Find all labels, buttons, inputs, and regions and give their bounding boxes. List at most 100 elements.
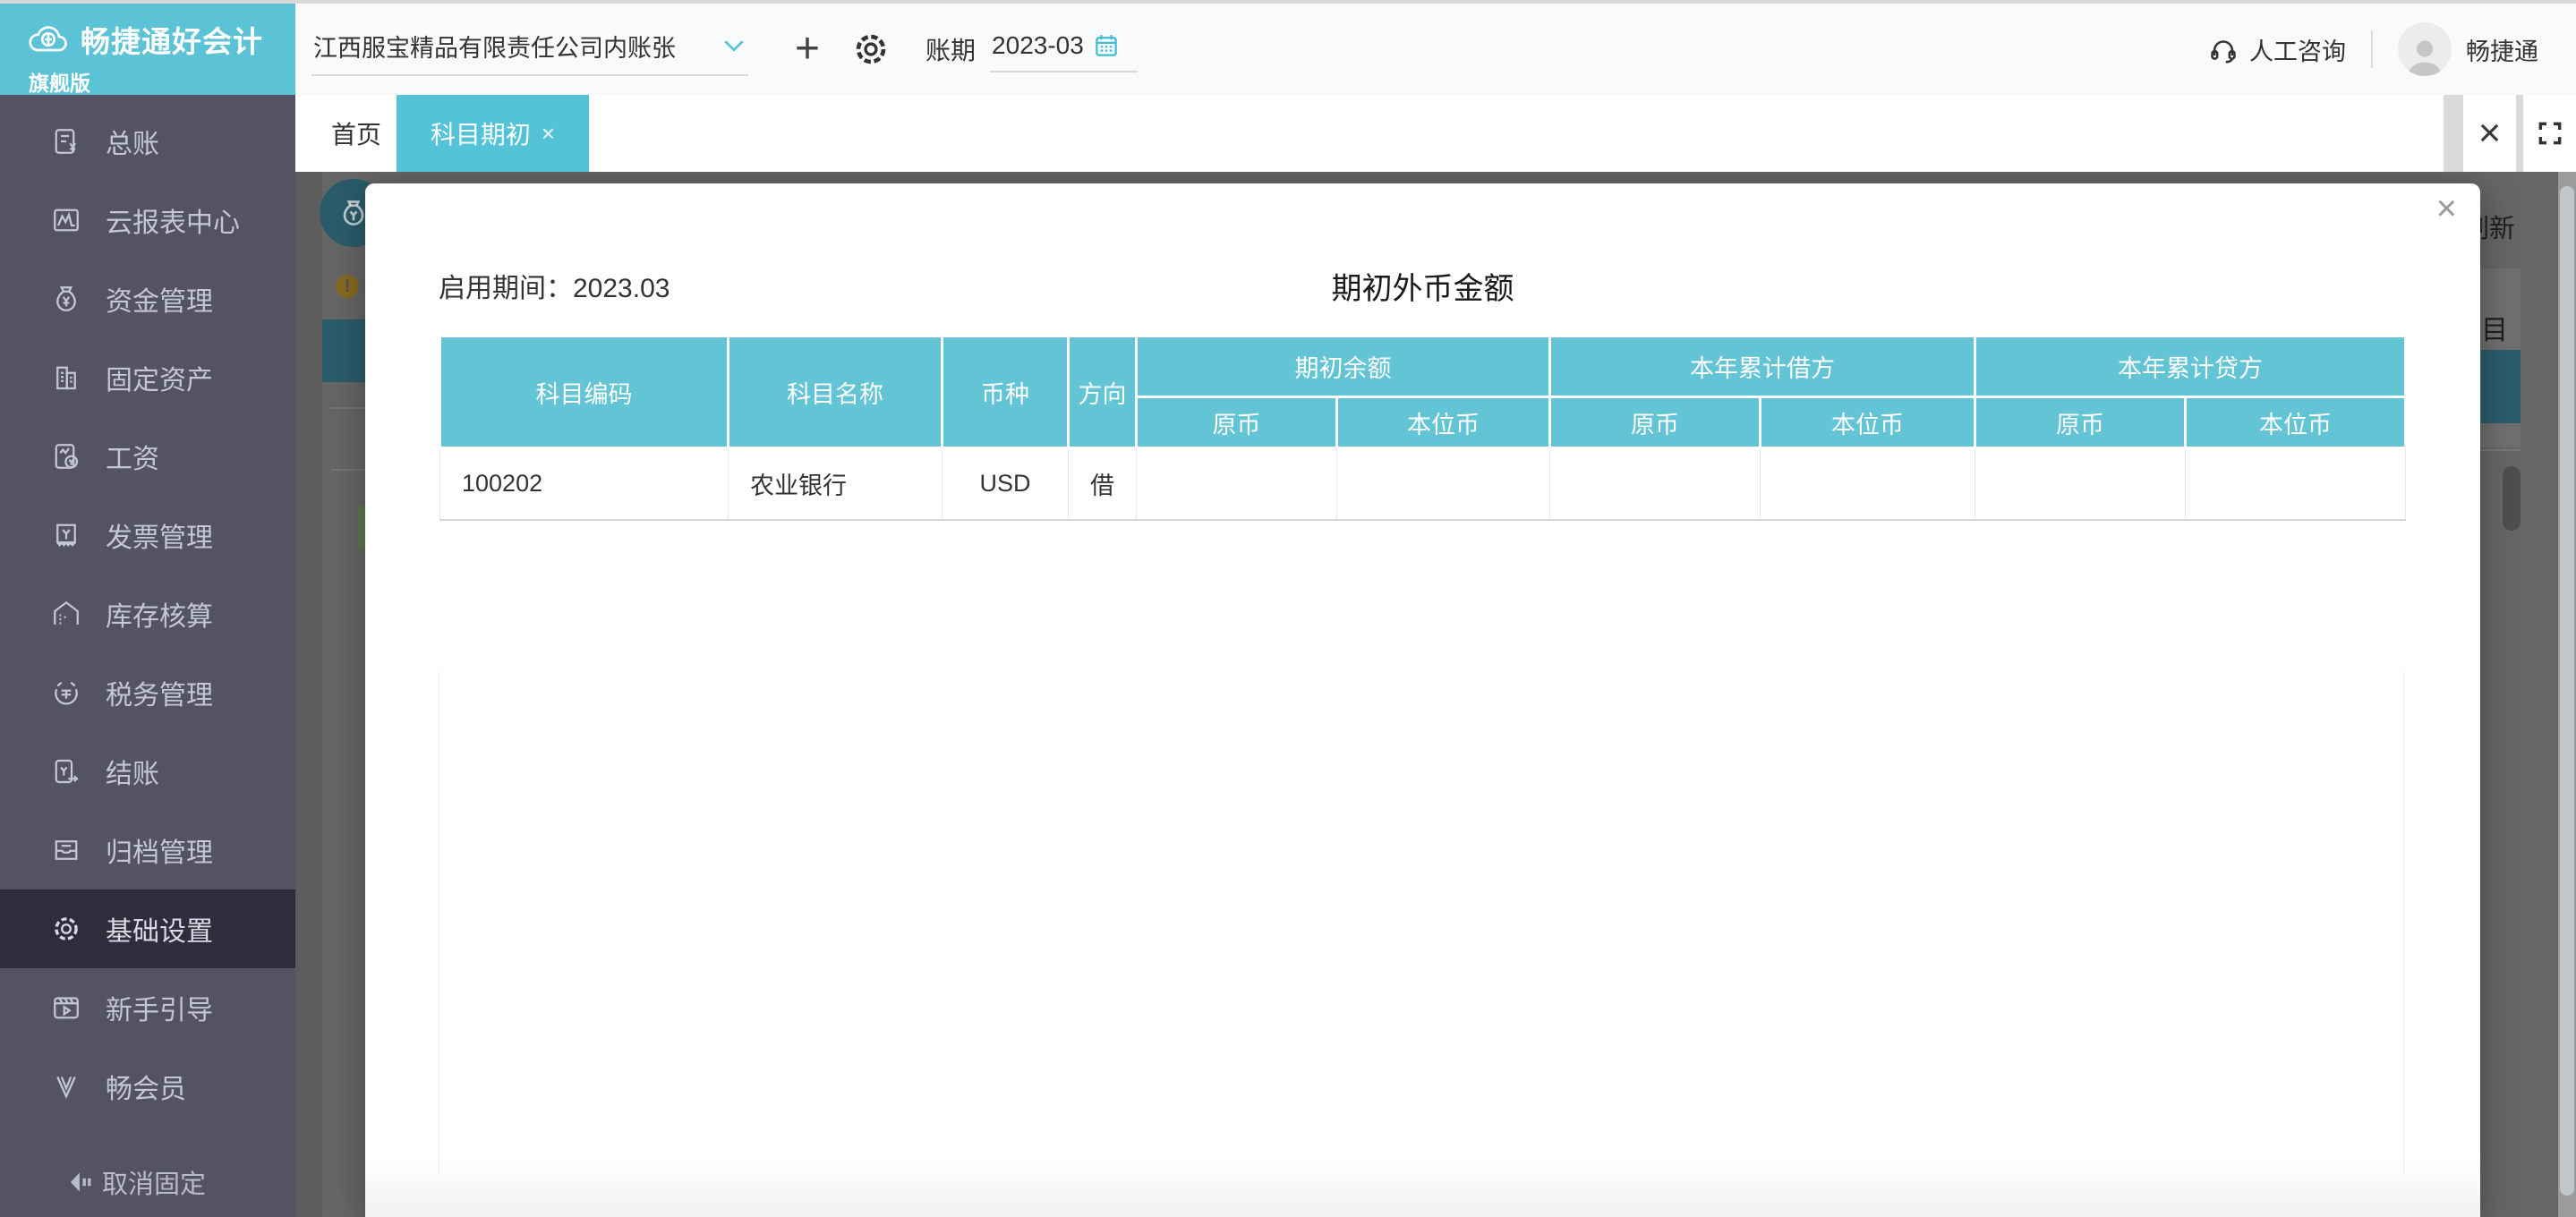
sidebar-item-closing[interactable]: 结账 [0,732,295,811]
dimmed-line [2481,449,2521,451]
fixed-assets-icon [50,362,82,394]
sidebar-item-payroll[interactable]: 工资 [0,417,295,496]
group-header-ytd-credit: 本年累计贷方 [1974,335,2407,398]
warning-icon: ! [336,275,359,298]
unpin-sidebar-button[interactable]: 取消固定 [66,1163,206,1201]
col-header-account-name: 科目名称 [727,335,943,449]
headset-icon [2208,34,2239,64]
sidebar-item-archive[interactable]: 归档管理 [0,811,295,889]
avatar[interactable] [2398,22,2452,76]
dimmed-line [331,407,365,409]
tab-account-opening[interactable]: 科目期初 × [397,95,589,172]
member-icon [50,1070,82,1102]
fullscreen-icon [2536,119,2564,148]
fullscreen-button[interactable] [2523,95,2576,172]
app-title: 畅捷通好会计 [81,25,263,58]
edition-label: 旗舰版 [29,72,90,95]
cell-opening-base[interactable] [1336,447,1550,521]
scrollbar-thumb[interactable] [2560,186,2574,1196]
support-label: 人工咨询 [2249,38,2346,65]
ledger-icon [50,125,82,157]
calendar-icon [1093,32,1120,59]
dimmed-green-block [358,506,365,550]
dimmed-teal-button [2481,350,2521,423]
dimmed-background: ! 刷新 科目 × 启用期间：2023.03 期初外币金额 科目编码 科目名称 … [295,172,2576,1217]
cell-credit-base[interactable] [2185,447,2406,521]
gear-icon[interactable] [852,30,890,68]
closing-icon [50,755,82,787]
sub-header-base-currency: 本位币 [1335,396,1551,449]
sidebar-item-tax[interactable]: 税务管理 [0,653,295,732]
foreign-currency-table: 科目编码 科目名称 币种 方向 期初余额 本年累计借方 本年累计贷方 原币 本位… [439,335,2407,521]
sidebar-item-member[interactable]: 畅会员 [0,1047,295,1126]
archive-icon [50,834,82,866]
col-header-account-code: 科目编码 [439,335,729,449]
company-selector[interactable]: 江西服宝精品有限责任公司内账张 [311,23,748,76]
tab-bar: 首页 科目期初 × × [295,95,2576,172]
close-icon: × [2478,111,2502,155]
company-name: 江西服宝精品有限责任公司内账张 [313,34,676,62]
sidebar-item-guide[interactable]: 新手引导 [0,968,295,1047]
sidebar-item-invoices[interactable]: 发票管理 [0,496,295,574]
collapse-icon [66,1167,97,1197]
sidebar-item-general-ledger[interactable]: 总账 [0,102,295,181]
cell-direction: 借 [1068,447,1137,521]
sidebar-item-settings[interactable]: 基础设置 [0,889,295,968]
group-header-ytd-debit: 本年累计借方 [1548,335,1976,398]
period-value: 2023-03 [992,31,1084,59]
divider [2371,30,2373,68]
sidebar-item-fixed-assets[interactable]: 固定资产 [0,338,295,417]
divider [2444,95,2463,172]
table-row[interactable]: 100202 农业银行 USD 借 [439,447,2406,521]
inventory-icon [50,598,82,630]
sub-header-base-currency: 本位币 [1759,396,1976,449]
top-bar: 江西服宝精品有限责任公司内账张 + 账期 2023-03 人工咨询 畅捷通 [295,4,2576,95]
app-window: 畅捷通好会计 旗舰版 江西服宝精品有限责任公司内账张 + 账期 2023-03 [0,0,2576,1217]
username[interactable]: 畅捷通 [2466,32,2538,67]
sub-header-original-currency: 原币 [1974,396,2187,449]
dimmed-line [331,469,365,471]
dimmed-teal-block [322,319,365,382]
add-account-set-button[interactable]: + [795,28,820,71]
app-logo: 畅捷通好会计 旗舰版 [0,4,295,95]
settings-icon [50,913,82,945]
sub-header-base-currency: 本位币 [2184,396,2407,449]
cell-opening-original[interactable] [1136,447,1337,521]
cell-credit-original[interactable] [1975,447,2186,521]
dialog-title: 期初外币金额 [1331,272,1514,306]
col-header-direction: 方向 [1067,335,1138,449]
sidebar: 总账 云报表中心 资金管理 固定资产 工资 发票管理 库存核算 税务管理 结账 … [0,95,295,1217]
dimmed-edge [295,172,322,1217]
cell-debit-original[interactable] [1549,447,1761,521]
group-header-opening-balance: 期初余额 [1135,335,1551,398]
sidebar-item-funds[interactable]: 资金管理 [0,260,295,338]
sidebar-item-inventory[interactable]: 库存核算 [0,574,295,653]
cell-account-code: 100202 [439,447,729,521]
cloud-report-icon [50,204,82,236]
tax-icon [50,677,82,709]
invoice-icon [50,519,82,551]
inner-scrollbar-thumb[interactable] [2503,466,2521,531]
divider [2516,95,2523,172]
support-button[interactable]: 人工咨询 [2208,32,2346,67]
sub-header-original-currency: 原币 [1135,396,1338,449]
close-workspace-button[interactable]: × [2463,95,2516,172]
guide-icon [50,991,82,1024]
period-picker[interactable]: 2023-03 [990,26,1139,72]
opening-foreign-currency-dialog: × 启用期间：2023.03 期初外币金额 科目编码 科目名称 币种 方向 期初… [365,183,2480,1217]
payroll-icon [50,440,82,472]
tab-close-icon[interactable]: × [542,122,555,145]
col-header-currency: 币种 [941,335,1070,449]
chevron-down-icon [723,39,745,52]
empty-grid-area [439,670,2404,1176]
cell-debit-base[interactable] [1760,447,1975,521]
dialog-close-icon[interactable]: × [2436,191,2457,226]
cloud-logo-icon [27,23,70,55]
cell-account-name: 农业银行 [728,447,943,521]
tab-home[interactable]: 首页 [315,95,397,172]
funds-icon [50,283,82,315]
cell-currency: USD [942,447,1069,521]
sub-header-original-currency: 原币 [1548,396,1761,449]
sidebar-item-cloud-reports[interactable]: 云报表中心 [0,181,295,260]
period-label: 账期 [925,37,977,64]
